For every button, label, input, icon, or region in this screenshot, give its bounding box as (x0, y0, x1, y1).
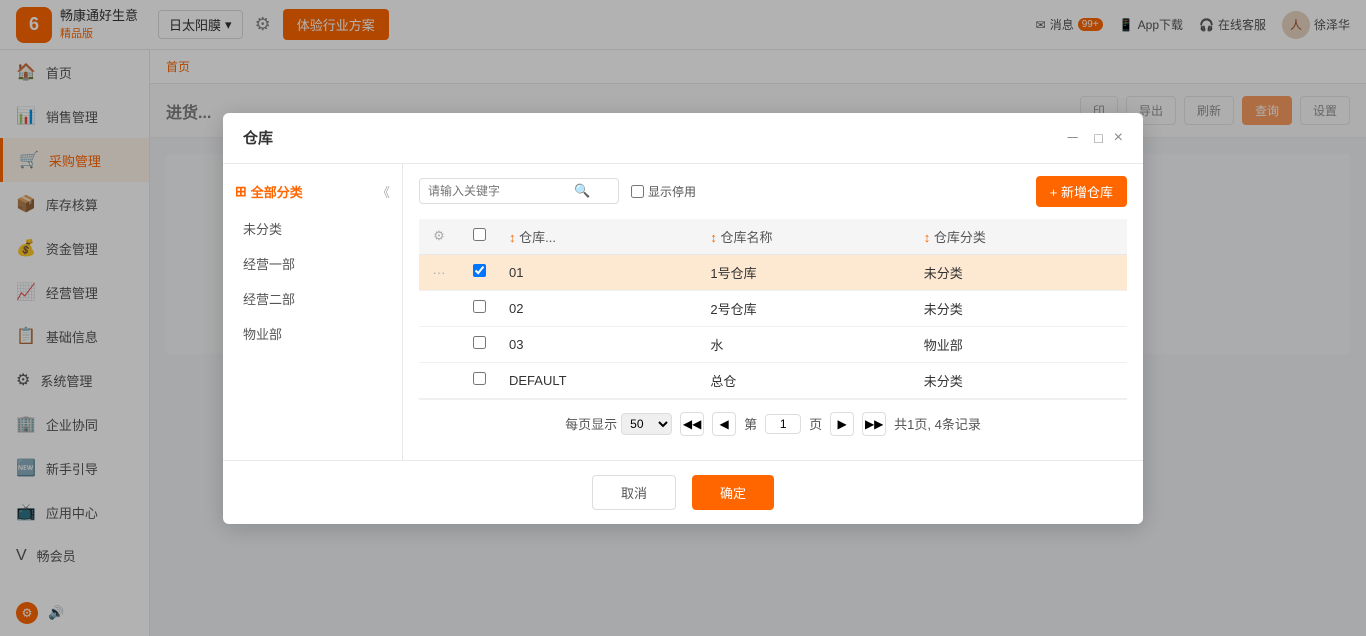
table-row[interactable]: DEFAULT 总仓 未分类 (419, 362, 1127, 398)
col-gear-header: ⚙ (419, 219, 459, 255)
row-check-1 (459, 254, 499, 290)
page-size-select: 每页显示 50 100 200 (565, 413, 672, 435)
row-category-2: 未分类 (914, 290, 1127, 326)
row-check-3 (459, 326, 499, 362)
row-checkbox-3[interactable] (473, 336, 486, 349)
row-category-4: 未分类 (914, 362, 1127, 398)
table-row[interactable]: 03 水 物业部 (419, 326, 1127, 362)
page-suffix: 页 (809, 414, 822, 433)
show-disabled-text: 显示停用 (648, 183, 696, 200)
show-disabled-label: 显示停用 (631, 183, 696, 200)
row-name-4: 总仓 (700, 362, 913, 398)
table-row[interactable]: 02 2号仓库 未分类 (419, 290, 1127, 326)
dialog-footer: 取消 确定 (223, 460, 1143, 524)
row-category-1: 未分类 (914, 254, 1127, 290)
page-next-button[interactable]: ▶ (830, 412, 854, 436)
dialog-header: 仓库 － □ × (223, 113, 1143, 164)
page-prev-button[interactable]: ◀ (712, 412, 736, 436)
col-code-header: ↕ 仓库... (499, 219, 700, 255)
row-gear-4[interactable] (419, 362, 459, 398)
category-item-未分类[interactable]: 未分类 (223, 211, 402, 246)
page-number-input[interactable] (765, 414, 801, 434)
select-all-checkbox[interactable] (473, 228, 486, 241)
warehouse-dialog: 仓库 － □ × ⊞ 全部分类 《 未分类经营一部经营二部物业部 (223, 113, 1143, 524)
dialog-toolbar: 🔍 显示停用 + 新增仓库 (419, 176, 1127, 207)
category-item-经营一部[interactable]: 经营一部 (223, 246, 402, 281)
row-gear-3[interactable] (419, 326, 459, 362)
row-check-4 (459, 362, 499, 398)
row-checkbox-4[interactable] (473, 372, 486, 385)
row-code-1: 01 (499, 254, 700, 290)
row-code-4: DEFAULT (499, 362, 700, 398)
dialog-body: ⊞ 全部分类 《 未分类经营一部经营二部物业部 🔍 (223, 164, 1143, 460)
row-name-2: 2号仓库 (700, 290, 913, 326)
row-checkbox-1[interactable] (473, 264, 486, 277)
col-name-header: ↕ 仓库名称 (700, 219, 913, 255)
row-name-1: 1号仓库 (700, 254, 913, 290)
show-disabled-checkbox[interactable] (631, 185, 644, 198)
category-sidebar: ⊞ 全部分类 《 未分类经营一部经营二部物业部 (223, 164, 403, 460)
dialog-minimize-button[interactable]: － (1062, 127, 1084, 149)
page-label: 第 (744, 414, 757, 433)
search-icon: 🔍 (574, 183, 590, 199)
row-category-3: 物业部 (914, 326, 1127, 362)
all-categories-label[interactable]: 全部分类 (251, 182, 303, 201)
warehouse-table-body: ··· 01 1号仓库 未分类 02 2号仓库 未分类 (419, 254, 1127, 398)
dialog-maximize-button[interactable]: □ (1088, 127, 1110, 149)
pagination: 每页显示 50 100 200 ◀◀ ◀ 第 页 ▶ ▶▶ 共1页, 4条记录 (419, 399, 1127, 448)
table-row[interactable]: ··· 01 1号仓库 未分类 (419, 254, 1127, 290)
category-items: 未分类经营一部经营二部物业部 (223, 211, 402, 351)
warehouse-table: ⚙ ↕ 仓库... ↕ 仓库名称 ↕ 仓库分类 (419, 219, 1127, 399)
add-warehouse-button[interactable]: + 新增仓库 (1036, 176, 1127, 207)
row-gear-1[interactable]: ··· (419, 254, 459, 290)
search-input[interactable] (428, 184, 568, 198)
col-check-header (459, 219, 499, 255)
row-code-3: 03 (499, 326, 700, 362)
col-category-header: ↕ 仓库分类 (914, 219, 1127, 255)
modal-overlay: 仓库 － □ × ⊞ 全部分类 《 未分类经营一部经营二部物业部 (0, 0, 1366, 636)
row-code-2: 02 (499, 290, 700, 326)
category-header: ⊞ 全部分类 《 (223, 176, 402, 211)
search-box: 🔍 (419, 178, 619, 204)
row-gear-2[interactable] (419, 290, 459, 326)
row-check-2 (459, 290, 499, 326)
page-first-button[interactable]: ◀◀ (680, 412, 704, 436)
cancel-button[interactable]: 取消 (592, 475, 676, 510)
dialog-title: 仓库 (243, 127, 273, 148)
per-page-label: 每页显示 (565, 414, 617, 433)
collapse-sidebar-button[interactable]: 《 (377, 182, 390, 201)
category-item-经营二部[interactable]: 经营二部 (223, 281, 402, 316)
table-header-row: ⚙ ↕ 仓库... ↕ 仓库名称 ↕ 仓库分类 (419, 219, 1127, 255)
category-title: ⊞ 全部分类 (235, 182, 303, 201)
row-name-3: 水 (700, 326, 913, 362)
page-last-button[interactable]: ▶▶ (862, 412, 886, 436)
grid-icon: ⊞ (235, 183, 247, 200)
per-page-dropdown[interactable]: 50 100 200 (621, 413, 672, 435)
confirm-button[interactable]: 确定 (692, 475, 774, 510)
category-item-物业部[interactable]: 物业部 (223, 316, 402, 351)
dialog-main-content: 🔍 显示停用 + 新增仓库 ⚙ (403, 164, 1143, 460)
page-summary: 共1页, 4条记录 (894, 414, 981, 433)
dialog-close-button[interactable]: × (1114, 129, 1123, 147)
row-checkbox-2[interactable] (473, 300, 486, 313)
